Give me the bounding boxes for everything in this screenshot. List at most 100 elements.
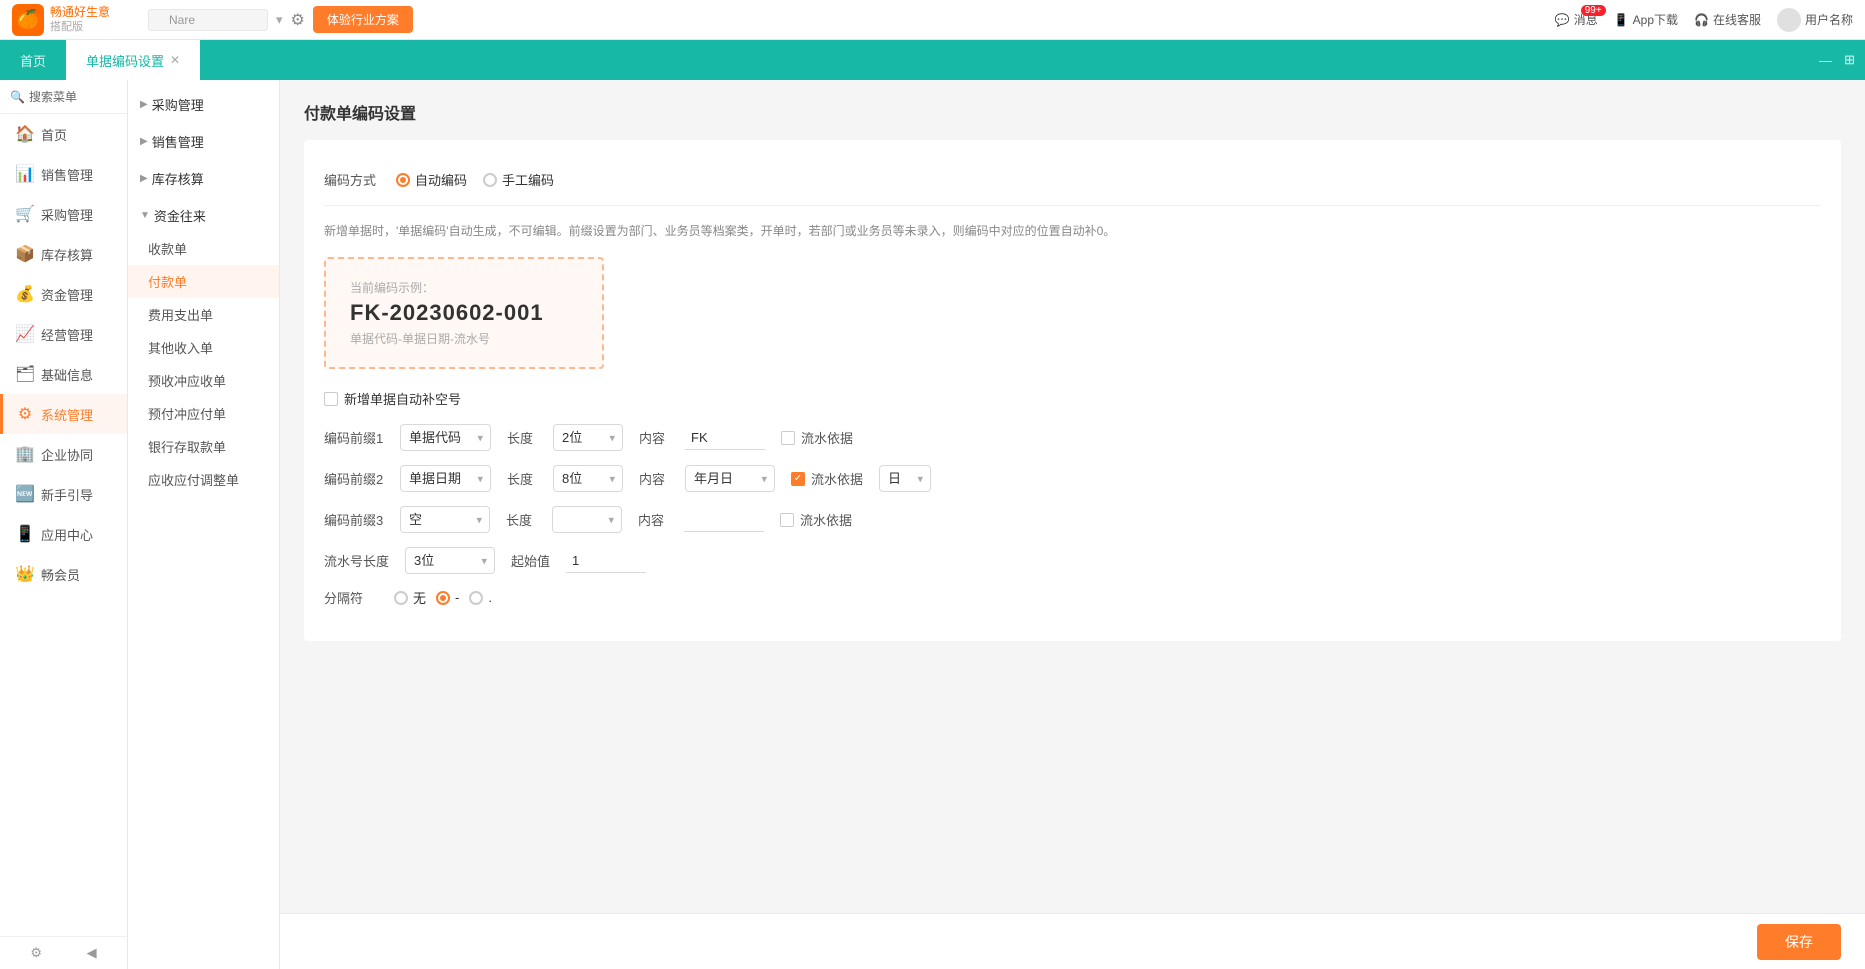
sub-item-advance-payment[interactable]: 预付冲应付单 [128, 397, 279, 430]
auto-code-radio[interactable]: 自动编码 [396, 170, 467, 189]
length3-select-wrapper [552, 506, 622, 533]
app-download-button[interactable]: 📱 App下载 [1614, 11, 1678, 28]
sidebar: 🔍 搜索菜单 🏠 首页 📊 销售管理 🛒 采购管理 📦 库存核算 💰 资金管理 … [0, 80, 128, 969]
inventory-icon: 📦 [15, 244, 35, 264]
sub-sidebar: ▶ 采购管理 ▶ 销售管理 ▶ 库存核算 ▼ 资金往来 收款单 付款单 费用支出… [128, 80, 280, 969]
sub-item-payment[interactable]: 付款单 [128, 265, 279, 298]
sidebar-item-purchase[interactable]: 🛒 采购管理 [0, 194, 127, 234]
length3-select[interactable] [552, 506, 622, 533]
sep-hyphen-radio-circle [436, 591, 450, 605]
content2-select-wrapper: 年月日 [685, 465, 775, 492]
content2-label: 内容 [639, 469, 669, 488]
sub-header-purchase[interactable]: ▶ 采购管理 [128, 88, 279, 121]
tab-bar-actions: — ⊞ [1819, 52, 1865, 68]
content3-input[interactable] [684, 508, 764, 532]
sidebar-item-basics[interactable]: 🗂 基础信息 [0, 354, 127, 394]
settings-card: 编码方式 自动编码 手工编码 新增单据时，'单据编码'自动生成，不可编辑。前缀 [304, 140, 1841, 641]
stream1-checkbox[interactable] [781, 431, 795, 445]
sep-dot-radio[interactable]: . [469, 590, 492, 605]
logo-text: 畅通好生意 搭配版 [50, 5, 110, 35]
expand-icon[interactable]: ⊞ [1844, 52, 1855, 68]
content1-label: 内容 [639, 428, 669, 447]
sub-header-sales[interactable]: ▶ 销售管理 [128, 125, 279, 158]
sidebar-settings-icon[interactable]: ⚙ [30, 945, 42, 961]
guide-icon: 🆕 [15, 484, 35, 504]
sub-item-advance-receivable[interactable]: 预收冲应收单 [128, 364, 279, 397]
system-icon: ⚙ [15, 404, 35, 424]
sep-none-radio[interactable]: 无 [394, 588, 426, 607]
sidebar-item-sales[interactable]: 📊 销售管理 [0, 154, 127, 194]
sidebar-item-company[interactable]: 🏢 企业协同 [0, 434, 127, 474]
sidebar-item-member[interactable]: 👑 畅会员 [0, 554, 127, 594]
preview-label: 当前编码示例： [350, 279, 578, 296]
sub-item-bank-deposit[interactable]: 银行存取款单 [128, 430, 279, 463]
sub-item-expense[interactable]: 费用支出单 [128, 298, 279, 331]
sidebar-item-apps[interactable]: 📱 应用中心 [0, 514, 127, 554]
sub-item-receipt[interactable]: 收款单 [128, 232, 279, 265]
sidebar-item-inventory[interactable]: 📦 库存核算 [0, 234, 127, 274]
tab-bar: 首页 单据编码设置 ✕ — ⊞ [0, 40, 1865, 80]
sub-item-ar-ap-adjust[interactable]: 应收应付调整单 [128, 463, 279, 496]
stream2-period-select[interactable]: 日 月 年 [879, 465, 931, 492]
content1-input[interactable] [685, 426, 765, 450]
save-button[interactable]: 保存 [1757, 924, 1841, 960]
sep-hyphen-radio[interactable]: - [436, 590, 459, 605]
sidebar-item-guide[interactable]: 🆕 新手引导 [0, 474, 127, 514]
stream3-checkbox[interactable] [780, 513, 794, 527]
auto-fill-checkbox[interactable] [324, 392, 338, 406]
length1-select[interactable]: 2位 [553, 424, 623, 451]
stream3-check: 流水依据 [780, 510, 852, 529]
sidebar-collapse-icon[interactable]: ◀ [87, 945, 97, 961]
sub-header-capital[interactable]: ▼ 资金往来 [128, 199, 279, 232]
tab-close-icon[interactable]: ✕ [170, 53, 180, 67]
prefix1-select[interactable]: 单据代码 [400, 424, 491, 451]
dropdown-icon[interactable]: ▾ [276, 12, 283, 28]
sidebar-item-finance[interactable]: 💰 资金管理 [0, 274, 127, 314]
user-avatar[interactable]: 用户名称 [1777, 8, 1853, 32]
sub-header-inventory[interactable]: ▶ 库存核算 [128, 162, 279, 195]
settings-icon[interactable]: ⚙ [291, 10, 305, 30]
length2-select-wrapper: 8位 [553, 465, 623, 492]
sales-icon: 📊 [15, 164, 35, 184]
start-value-input[interactable] [566, 549, 646, 573]
sidebar-item-system[interactable]: ⚙ 系统管理 [0, 394, 127, 434]
length1-select-wrapper: 2位 [553, 424, 623, 451]
avatar [1777, 8, 1801, 32]
prefix3-select-wrapper: 空 [400, 506, 490, 533]
sub-section-purchase: ▶ 采购管理 [128, 88, 279, 121]
prefix2-select-wrapper: 单据日期 [400, 465, 491, 492]
page-title: 付款单编码设置 [304, 100, 1841, 124]
breadcrumb: Nare [148, 9, 268, 31]
message-button[interactable]: 💬 消息 99+ [1555, 11, 1598, 28]
sub-section-sales: ▶ 销售管理 [128, 125, 279, 158]
finance-icon: 💰 [15, 284, 35, 304]
stream2-checkbox[interactable]: ✓ [791, 472, 805, 486]
online-service-button[interactable]: 🎧 在线客服 [1694, 11, 1761, 28]
serial-length-select[interactable]: 3位 [405, 547, 495, 574]
sidebar-item-operations[interactable]: 📈 经营管理 [0, 314, 127, 354]
length2-select[interactable]: 8位 [553, 465, 623, 492]
minimize-icon[interactable]: — [1819, 53, 1832, 68]
service-icon: 🎧 [1694, 13, 1709, 27]
sub-item-other-income[interactable]: 其他收入单 [128, 331, 279, 364]
prefix2-select[interactable]: 单据日期 [400, 465, 491, 492]
prefix3-label: 编码前缀3 [324, 510, 384, 529]
top-bar-middle: Nare ▾ ⚙ 体验行业方案 [148, 6, 1547, 33]
content2-select[interactable]: 年月日 [685, 465, 775, 492]
length1-label: 长度 [507, 428, 537, 447]
app-icon: 📱 [1614, 13, 1629, 27]
form-row-2: 编码前缀2 单据日期 长度 8位 内容 年月日 [324, 465, 1821, 492]
sidebar-item-home[interactable]: 🏠 首页 [0, 114, 127, 154]
tab-serial-setting[interactable]: 单据编码设置 ✕ [66, 40, 200, 80]
preview-desc: 单据代码-单据日期-流水号 [350, 330, 578, 347]
auto-code-radio-dot [400, 177, 406, 183]
prefix3-select[interactable]: 空 [400, 506, 490, 533]
preview-box: 当前编码示例： FK-20230602-001 单据代码-单据日期-流水号 [324, 257, 604, 369]
info-text: 新增单据时，'单据编码'自动生成，不可编辑。前缀设置为部门、业务员等档案类，开单… [324, 222, 1821, 241]
purchase-icon: 🛒 [15, 204, 35, 224]
manual-code-radio-circle [483, 173, 497, 187]
tab-home[interactable]: 首页 [0, 40, 66, 80]
industry-plan-button[interactable]: 体验行业方案 [313, 6, 413, 33]
manual-code-radio[interactable]: 手工编码 [483, 170, 554, 189]
sidebar-search[interactable]: 🔍 搜索菜单 [0, 80, 127, 114]
